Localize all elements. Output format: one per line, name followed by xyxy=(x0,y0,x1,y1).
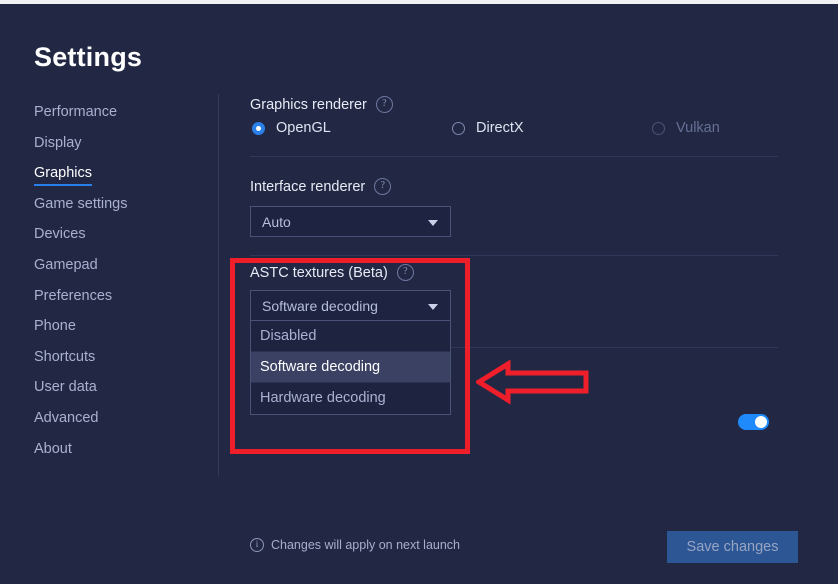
sidebar-item-label: Devices xyxy=(34,226,86,243)
dropdown-option-software-decoding[interactable]: Software decoding xyxy=(251,352,450,383)
graphics-renderer-radio-group: OpenGL DirectX Vulkan xyxy=(250,120,780,144)
app-root: Settings Performance Display Graphics Ga… xyxy=(0,0,838,584)
pointer-arrow-left-icon xyxy=(476,359,589,405)
save-changes-button[interactable]: Save changes xyxy=(667,531,798,563)
sidebar-item-gamepad[interactable]: Gamepad xyxy=(34,255,204,286)
radio-label: DirectX xyxy=(476,120,524,136)
sidebar-item-label: Shortcuts xyxy=(34,348,96,365)
sidebar-item-about[interactable]: About xyxy=(34,439,204,470)
radio-option-directx[interactable]: DirectX xyxy=(452,120,524,136)
sidebar-item-label: Game settings xyxy=(34,195,128,212)
astc-textures-dropdown-list: Disabled Software decoding Hardware deco… xyxy=(250,321,451,415)
question-circle-icon[interactable]: ? xyxy=(375,96,393,113)
sidebar-item-graphics[interactable]: Graphics xyxy=(34,163,204,194)
radio-label: OpenGL xyxy=(276,120,331,136)
radio-option-opengl[interactable]: OpenGL xyxy=(252,120,331,136)
sidebar-item-user-data[interactable]: User data xyxy=(34,377,204,408)
page-title: Settings xyxy=(34,42,143,72)
radio-mark-icon xyxy=(652,121,665,135)
radio-label: Vulkan xyxy=(676,120,720,136)
settings-window: Settings Performance Display Graphics Ga… xyxy=(0,4,838,584)
radio-option-vulkan: Vulkan xyxy=(652,120,720,136)
interface-renderer-label-row: Interface renderer ? xyxy=(250,178,392,195)
question-circle-icon[interactable]: ? xyxy=(374,178,392,195)
graphics-renderer-label-row: Graphics renderer ? xyxy=(250,96,393,113)
footer-note: i Changes will apply on next launch xyxy=(250,538,460,552)
sidebar-item-preferences[interactable]: Preferences xyxy=(34,286,204,317)
astc-textures-label: ASTC textures (Beta) xyxy=(250,264,388,281)
sidebar-item-label: Performance xyxy=(34,104,118,120)
dropdown-option-disabled[interactable]: Disabled xyxy=(251,321,450,352)
chevron-down-icon xyxy=(428,220,438,226)
radio-mark-icon xyxy=(252,121,265,135)
sidebar-item-label: Gamepad xyxy=(34,256,98,273)
sidebar: Performance Display Graphics Game settin… xyxy=(34,102,204,469)
sidebar-item-performance[interactable]: Performance xyxy=(34,102,204,133)
info-circle-icon: i xyxy=(250,538,264,552)
sidebar-item-game-settings[interactable]: Game settings xyxy=(34,194,204,225)
sidebar-item-label: User data xyxy=(34,379,97,396)
setting-toggle-switch[interactable] xyxy=(738,414,769,430)
sidebar-item-label: Graphics xyxy=(34,165,93,182)
interface-renderer-label: Interface renderer xyxy=(250,178,366,195)
footer-note-text: Changes will apply on next launch xyxy=(271,538,461,552)
sidebar-item-advanced[interactable]: Advanced xyxy=(34,408,204,439)
astc-textures-label-row: ASTC textures (Beta) ? xyxy=(250,264,414,281)
sidebar-divider xyxy=(218,94,219,476)
astc-textures-select[interactable]: Software decoding xyxy=(250,290,451,321)
interface-renderer-select[interactable]: Auto xyxy=(250,206,451,237)
sidebar-item-label: Display xyxy=(34,134,82,151)
graphics-renderer-label: Graphics renderer xyxy=(250,96,367,113)
active-underline xyxy=(34,184,92,187)
toggle-knob xyxy=(755,416,767,428)
sidebar-item-label: About xyxy=(34,440,72,457)
divider-2 xyxy=(250,255,778,256)
sidebar-item-display[interactable]: Display xyxy=(34,133,204,164)
sidebar-item-phone[interactable]: Phone xyxy=(34,316,204,347)
interface-renderer-value: Auto xyxy=(262,214,291,230)
sidebar-item-label: Advanced xyxy=(34,409,99,426)
divider-1 xyxy=(250,156,778,157)
astc-textures-value: Software decoding xyxy=(262,298,378,314)
sidebar-item-devices[interactable]: Devices xyxy=(34,224,204,255)
question-circle-icon[interactable]: ? xyxy=(396,264,414,281)
dropdown-option-hardware-decoding[interactable]: Hardware decoding xyxy=(251,383,450,414)
sidebar-item-label: Preferences xyxy=(34,287,113,304)
radio-mark-icon xyxy=(452,121,465,135)
sidebar-item-label: Phone xyxy=(34,318,76,335)
sidebar-item-shortcuts[interactable]: Shortcuts xyxy=(34,347,204,378)
chevron-down-icon xyxy=(428,304,438,310)
